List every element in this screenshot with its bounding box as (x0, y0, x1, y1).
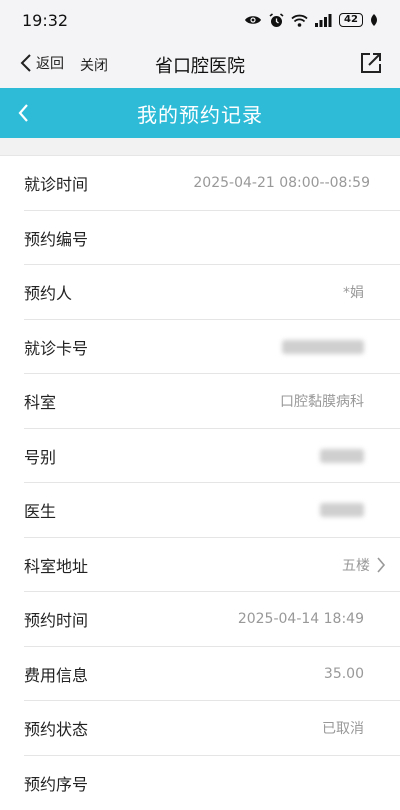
row-value: 2025-04-21 08:00--08:59 (193, 175, 370, 191)
row-label: 就诊时间 (24, 171, 88, 195)
signal-icon (315, 14, 332, 27)
row-label: 预约状态 (24, 716, 88, 740)
row-ticket-type: 号别 (0, 429, 400, 484)
nav-back-label: 返回 (36, 53, 64, 73)
row-label: 号别 (24, 444, 56, 468)
row-patient: 预约人 *娟 (0, 265, 400, 320)
header-back-button[interactable] (16, 101, 30, 129)
share-button[interactable] (360, 52, 382, 78)
row-label: 科室 (24, 389, 56, 413)
row-label: 预约编号 (24, 226, 88, 250)
status-icons: 42 (244, 13, 378, 28)
row-label: 费用信息 (24, 662, 88, 686)
section-spacer (0, 138, 400, 156)
status-badge: 已取消 (322, 718, 364, 738)
chevron-right-icon (376, 556, 386, 574)
row-value: 35.00 (324, 666, 364, 682)
header-title: 我的预约记录 (137, 99, 263, 128)
leaf-icon (370, 14, 378, 26)
redacted-value (282, 340, 364, 354)
row-card-number: 就诊卡号 (0, 320, 400, 375)
row-booking-sequence: 预约序号 (0, 756, 400, 810)
row-label: 就诊卡号 (24, 335, 88, 359)
nav-bar: 返回 关闭 省口腔医院 (0, 40, 400, 88)
address-value: 五楼 (342, 555, 386, 575)
page-header: 我的预约记录 (0, 88, 400, 138)
row-booking-time: 预约时间 2025-04-14 18:49 (0, 592, 400, 647)
row-visit-time: 就诊时间 2025-04-21 08:00--08:59 (0, 156, 400, 211)
redacted-value (320, 503, 364, 517)
wifi-icon (291, 14, 308, 27)
detail-list: 就诊时间 2025-04-21 08:00--08:59 预约编号 预约人 *娟… (0, 156, 400, 810)
row-value: 口腔黏膜病科 (280, 391, 364, 411)
redacted-value (320, 449, 364, 463)
status-time: 19:32 (22, 11, 68, 30)
battery-icon: 42 (339, 13, 363, 27)
row-label: 科室地址 (24, 553, 88, 577)
nav-close-button[interactable]: 关闭 (80, 55, 108, 75)
row-label: 预约时间 (24, 607, 88, 631)
row-label: 医生 (24, 498, 56, 522)
row-department-address[interactable]: 科室地址 五楼 (0, 538, 400, 593)
row-value: 五楼 (342, 555, 370, 575)
row-doctor: 医生 (0, 483, 400, 538)
row-booking-status: 预约状态 已取消 (0, 701, 400, 756)
chevron-left-icon (16, 101, 30, 125)
row-value: 2025-04-14 18:49 (238, 611, 364, 627)
row-department: 科室 口腔黏膜病科 (0, 374, 400, 429)
row-value: *娟 (343, 282, 364, 302)
row-fee: 费用信息 35.00 (0, 647, 400, 702)
row-label: 预约人 (24, 280, 72, 304)
nav-back-button[interactable]: 返回 (20, 53, 64, 73)
row-booking-number: 预约编号 (0, 211, 400, 266)
status-bar: 19:32 42 (0, 0, 400, 40)
chevron-left-icon (20, 53, 32, 73)
alarm-icon (269, 13, 284, 28)
row-label: 预约序号 (24, 771, 88, 795)
share-icon (360, 52, 382, 74)
eye-icon (244, 14, 262, 26)
